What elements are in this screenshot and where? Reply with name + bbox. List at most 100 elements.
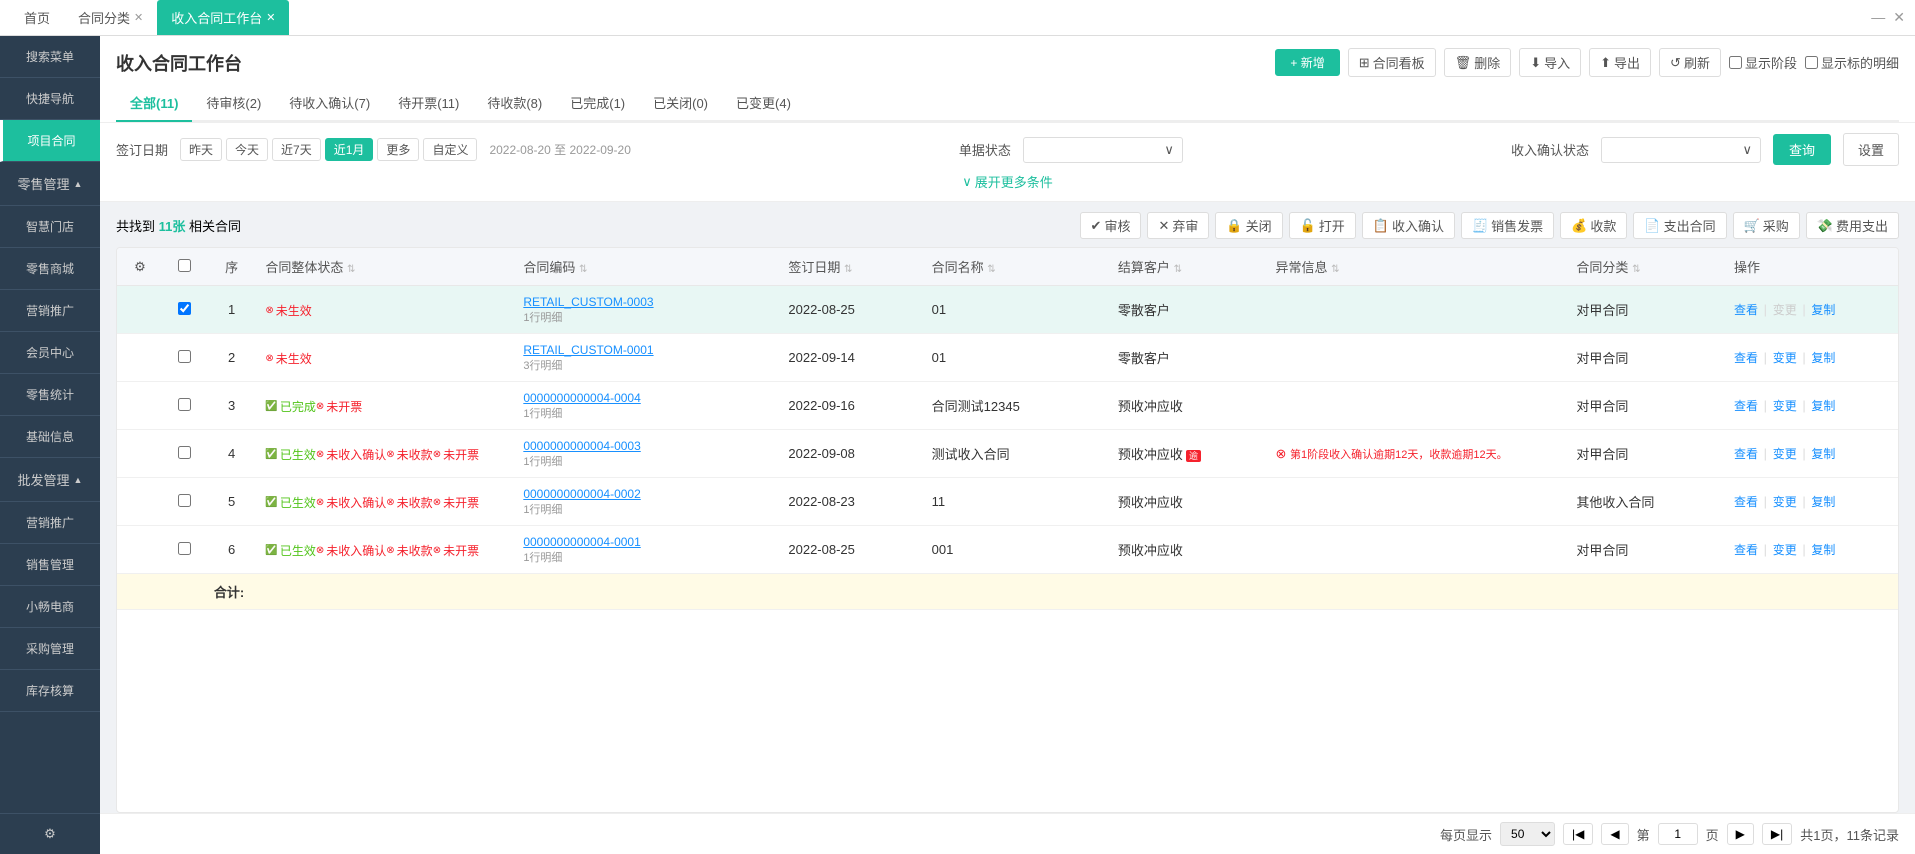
import-button[interactable]: ⬇ 导入 [1519, 48, 1581, 77]
sub-tab-pending-confirm[interactable]: 待收入确认(7) [275, 85, 384, 122]
col-header-no: 序 [206, 248, 258, 286]
action-payment-btn[interactable]: 💰 收款 [1560, 212, 1627, 239]
query-button[interactable]: 查询 [1773, 134, 1831, 165]
tab-close-income-contract[interactable]: ✕ [266, 11, 275, 24]
sort-icon-error[interactable]: ⇅ [1331, 264, 1339, 275]
window-close-icon[interactable]: ✕ [1893, 9, 1905, 26]
sidebar-item-retail-mall[interactable]: 零售商城 [0, 248, 100, 290]
action-income-confirm-btn[interactable]: 📋 收入确认 [1362, 212, 1455, 239]
action-review-btn[interactable]: ✔ 审核 [1080, 212, 1142, 239]
sidebar-item-purchase-mgmt[interactable]: 采购管理 [0, 628, 100, 670]
sidebar-search[interactable]: 搜索菜单 [0, 36, 100, 78]
action-purchase-btn[interactable]: 🛒 采购 [1733, 212, 1800, 239]
sidebar-item-marketing2[interactable]: 营销推广 [0, 502, 100, 544]
new-button[interactable]: + 新增 [1275, 49, 1339, 76]
sidebar-item-member-center[interactable]: 会员中心 [0, 332, 100, 374]
sort-icon-date[interactable]: ⇅ [844, 264, 852, 275]
sidebar-item-sales-mgmt[interactable]: 销售管理 [0, 544, 100, 586]
date-btn-1month[interactable]: 近1月 [325, 138, 374, 161]
show-stage-checkbox[interactable] [1729, 56, 1742, 69]
tab-close-contract-category[interactable]: ✕ [134, 11, 143, 24]
refresh-button[interactable]: ↺ 刷新 [1659, 48, 1721, 77]
row-customer-1: 零散客户 [1110, 334, 1268, 382]
date-btn-7days[interactable]: 近7天 [272, 138, 321, 161]
page-next-btn[interactable]: ▶ [1727, 823, 1754, 845]
sort-icon-status[interactable]: ⇅ [347, 264, 355, 275]
row-category-5: 对甲合同 [1568, 526, 1726, 574]
sidebar-item-ecommerce[interactable]: 小畅电商 [0, 586, 100, 628]
page-prev-btn[interactable]: ◀ [1601, 823, 1628, 845]
expand-conditions-btn[interactable]: ∨ 展开更多条件 [962, 172, 1053, 191]
tab-home[interactable]: 首页 [10, 0, 64, 35]
row-action-5: 查看 | 变更 | 复制 [1726, 526, 1898, 574]
tab-income-contract[interactable]: 收入合同工作台 ✕ [157, 0, 289, 35]
expand-down-icon: ∨ [962, 174, 972, 190]
contract-board-button[interactable]: ⊞ 合同看板 [1348, 48, 1436, 77]
row-checkbox-4[interactable] [163, 478, 206, 526]
open-icon: 🔓 [1300, 218, 1316, 234]
col-header-action: 操作 [1726, 248, 1898, 286]
page-title: 收入合同工作台 [116, 50, 242, 76]
row-name-4: 11 [924, 478, 1110, 526]
row-checkbox-2[interactable] [163, 382, 206, 430]
page-number-input[interactable] [1658, 823, 1698, 845]
sidebar-item-project-contract[interactable]: 项目合同 [0, 120, 100, 162]
row-category-0: 对甲合同 [1568, 286, 1726, 334]
page-size-select[interactable]: 50 100 200 [1500, 822, 1555, 846]
sidebar-item-retail-stats[interactable]: 零售统计 [0, 374, 100, 416]
document-status-dropdown[interactable]: ∨ [1023, 137, 1183, 163]
sub-tab-all[interactable]: 全部(11) [116, 85, 192, 122]
action-sales-invoice-btn[interactable]: 🧾 销售发票 [1461, 212, 1554, 239]
import-icon: ⬇ [1530, 55, 1541, 71]
sidebar-quick-nav[interactable]: 快捷导航 [0, 78, 100, 120]
sidebar-item-smart-store[interactable]: 智慧门店 [0, 206, 100, 248]
sidebar-item-retail-mgmt[interactable]: 零售管理 ▲ [0, 162, 100, 206]
action-open-btn[interactable]: 🔓 打开 [1289, 212, 1356, 239]
row-checkbox-0[interactable] [163, 286, 206, 334]
row-checkbox-5[interactable] [163, 526, 206, 574]
sidebar-item-marketing1[interactable]: 营销推广 [0, 290, 100, 332]
sub-tab-pending-review[interactable]: 待审核(2) [192, 85, 275, 122]
show-detail-checkbox[interactable] [1805, 56, 1818, 69]
row-checkbox-1[interactable] [163, 334, 206, 382]
sub-tab-changed[interactable]: 已变更(4) [722, 85, 805, 122]
sub-tab-pending-invoice[interactable]: 待开票(11) [384, 85, 473, 122]
table-row: 6 ✅已生效⊗未收入确认⊗未收款⊗未开票 0000000000004-0001 … [117, 526, 1898, 574]
sort-icon-category[interactable]: ⇅ [1632, 264, 1640, 275]
sort-icon-code[interactable]: ⇅ [579, 264, 587, 275]
sidebar-item-inventory[interactable]: 库存核算 [0, 670, 100, 712]
date-btn-more[interactable]: 更多 [377, 138, 419, 161]
window-minimize-icon[interactable]: — [1871, 9, 1885, 26]
action-expense-contract-btn[interactable]: 📄 支出合同 [1633, 212, 1726, 239]
row-checkbox-3[interactable] [163, 430, 206, 478]
date-btn-today[interactable]: 今天 [226, 138, 268, 161]
sidebar-item-wholesale-mgmt[interactable]: 批发管理 ▲ [0, 458, 100, 502]
date-btn-custom[interactable]: 自定义 [423, 138, 477, 161]
export-icon: ⬆ [1600, 55, 1611, 71]
sort-icon-customer[interactable]: ⇅ [1174, 264, 1182, 275]
sub-tab-closed[interactable]: 已关闭(0) [639, 85, 722, 122]
chevron-down-icon: ▲ [74, 179, 83, 189]
row-status-3: ✅已生效⊗未收入确认⊗未收款⊗未开票 [257, 430, 515, 478]
export-button[interactable]: ⬆ 导出 [1589, 48, 1651, 77]
select-all-checkbox[interactable] [178, 259, 191, 272]
action-expense-btn[interactable]: 💸 费用支出 [1806, 212, 1899, 239]
sub-tab-completed[interactable]: 已完成(1) [556, 85, 639, 122]
row-error-2 [1268, 382, 1569, 430]
action-close-btn[interactable]: 🔒 关闭 [1215, 212, 1282, 239]
page-first-btn[interactable]: |◀ [1563, 823, 1593, 845]
page-last-btn[interactable]: ▶| [1762, 823, 1792, 845]
refresh-icon: ↺ [1670, 55, 1681, 71]
sidebar-item-basic-info[interactable]: 基础信息 [0, 416, 100, 458]
sort-icon-name[interactable]: ⇅ [987, 264, 995, 275]
delete-button[interactable]: 🗑 删除 [1444, 48, 1512, 77]
settings-button[interactable]: 设置 [1843, 133, 1899, 166]
row-no-5: 6 [206, 526, 258, 574]
income-confirm-dropdown[interactable]: ∨ [1601, 137, 1761, 163]
sub-tab-pending-payment[interactable]: 待收款(8) [473, 85, 556, 122]
date-btn-yesterday[interactable]: 昨天 [180, 138, 222, 161]
tab-contract-category[interactable]: 合同分类 ✕ [64, 0, 157, 35]
table-settings-icon[interactable]: ⚙ [134, 259, 146, 274]
sidebar-settings-icon[interactable]: ⚙ [44, 826, 56, 841]
action-abandon-btn[interactable]: ✕ 弃审 [1147, 212, 1209, 239]
